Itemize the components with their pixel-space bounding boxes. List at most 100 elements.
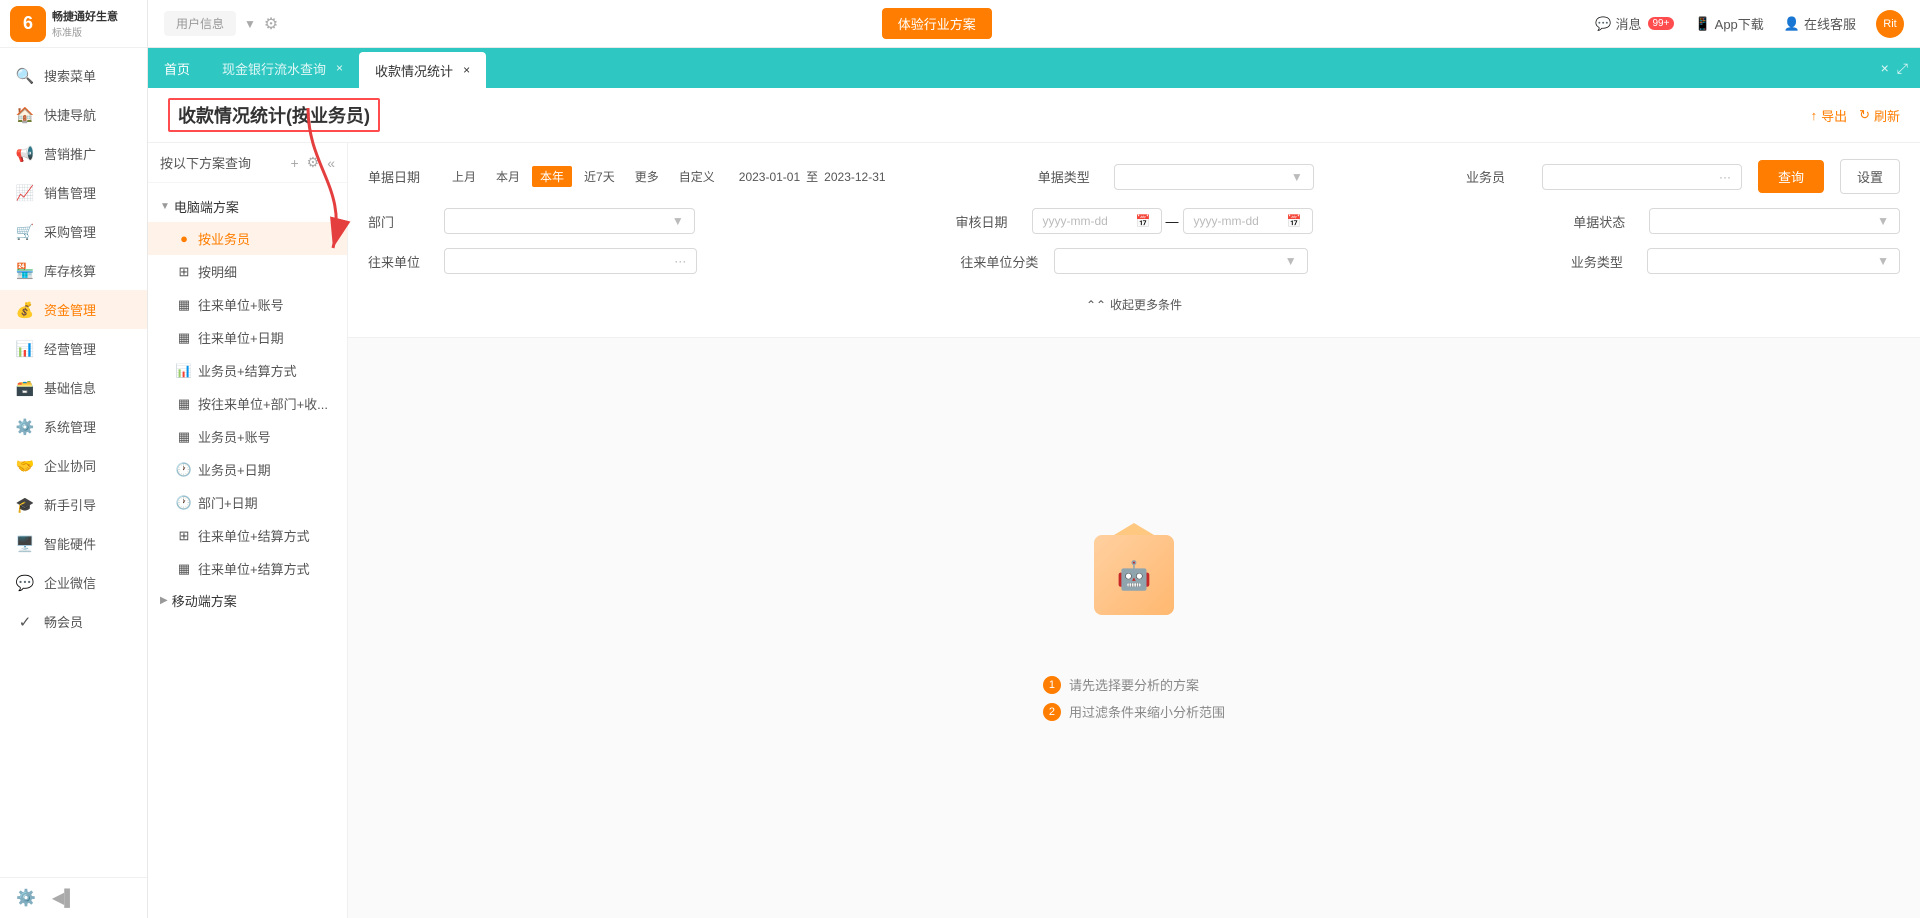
app-download-item[interactable]: 📱 App下载 xyxy=(1694,14,1763,33)
collapse-conditions-btn[interactable]: ⌃⌃ 收起更多条件 xyxy=(368,288,1900,321)
sidebar-item-wechat[interactable]: 💬 企业微信 xyxy=(0,563,147,602)
tree-item-customer-settlement2[interactable]: ▦ 往来单位+结算方式 xyxy=(148,552,347,585)
sidebar: 6 畅捷通好生意 标准版 🔍 搜索菜单 🏠 快捷导航 📢 营销推广 📈 销售管理… xyxy=(0,0,148,918)
tab-bank-flow-close[interactable]: × xyxy=(336,61,343,75)
tree-item-customer-dept[interactable]: ▦ 按往来单位+部门+收... xyxy=(148,387,347,420)
hint-number-1: 1 xyxy=(1043,676,1061,694)
doc-status-select[interactable]: ▼ xyxy=(1649,208,1900,234)
left-panel: 按以下方案查询 + ⚙ « ▼ 电脑端方案 ● 按业务员 ⊞ 按明 xyxy=(148,143,348,918)
service-icon: 👤 xyxy=(1784,16,1800,32)
date-btn-last-month[interactable]: 上月 xyxy=(444,166,484,187)
sidebar-item-marketing[interactable]: 📢 营销推广 xyxy=(0,134,147,173)
customer-select[interactable]: ··· xyxy=(444,248,697,274)
date-to-value: 2023-12-31 xyxy=(824,170,885,184)
date-btn-more[interactable]: 更多 xyxy=(627,166,667,187)
header-settings-icon[interactable]: ⚙ xyxy=(264,14,278,34)
sidebar-item-guide[interactable]: 🎓 新手引导 xyxy=(0,485,147,524)
collapse-panel-icon[interactable]: « xyxy=(327,155,335,171)
refresh-label: 刷新 xyxy=(1874,106,1900,125)
page-title: 收款情况统计(按业务员) xyxy=(168,98,380,132)
tab-bar: 首页 现金银行流水查询 × 收款情况统计 × × ⤢ xyxy=(148,48,1920,88)
salesperson-select[interactable]: ··· xyxy=(1542,164,1742,190)
messages-item[interactable]: 💬 消息 99+ xyxy=(1595,14,1674,33)
review-date-from[interactable]: yyyy-mm-dd 📅 xyxy=(1032,208,1162,234)
date-btn-7days[interactable]: 近7天 xyxy=(576,166,623,187)
logo-badge: 标准版 xyxy=(52,24,118,39)
tree-item-by-salesperson[interactable]: ● 按业务员 xyxy=(148,222,347,255)
collapse-sidebar-icon[interactable]: ◀▌ xyxy=(52,888,76,908)
refresh-icon: ↻ xyxy=(1859,107,1870,123)
sidebar-item-search[interactable]: 🔍 搜索菜单 xyxy=(0,56,147,95)
tab-receipts-close[interactable]: × xyxy=(463,63,470,77)
app-download-icon: 📱 xyxy=(1694,16,1710,32)
online-service-item[interactable]: 👤 在线客服 xyxy=(1784,14,1856,33)
tree-item-salesperson-account[interactable]: ▦ 业务员+账号 xyxy=(148,420,347,453)
tree-item-customer-date[interactable]: ▦ 往来单位+日期 xyxy=(148,321,347,354)
tree-item-salesperson-date-label: 业务员+日期 xyxy=(198,460,271,479)
review-date-label: 审核日期 xyxy=(956,212,1016,231)
tab-expand-icon[interactable]: ⤢ xyxy=(1897,60,1908,77)
sidebar-item-purchase[interactable]: 🛒 采购管理 xyxy=(0,212,147,251)
header-breadcrumb: 用户信息 xyxy=(164,11,236,36)
tree-item-by-salesperson-label: 按业务员 xyxy=(198,229,250,248)
right-panel: 单据日期 上月 本月 本年 近7天 更多 自定义 2023-01-01 至 20… xyxy=(348,143,1920,918)
dept-select[interactable]: ▼ xyxy=(444,208,695,234)
biz-type-select[interactable]: ▼ xyxy=(1647,248,1900,274)
left-panel-actions: + ⚙ « xyxy=(290,154,335,171)
tab-receipts[interactable]: 收款情况统计 × xyxy=(359,52,486,88)
sidebar-item-inventory[interactable]: 🏪 库存核算 xyxy=(0,251,147,290)
doc-type-select[interactable]: ▼ xyxy=(1114,164,1314,190)
settings-bottom-icon[interactable]: ⚙️ xyxy=(16,888,36,908)
hint-number-2: 2 xyxy=(1043,703,1061,721)
sidebar-item-hardware[interactable]: 🖥️ 智能硬件 xyxy=(0,524,147,563)
add-scheme-button[interactable]: + xyxy=(290,155,298,171)
sidebar-item-finance[interactable]: 💰 资金管理 xyxy=(0,290,147,329)
sidebar-item-enterprise[interactable]: 🤝 企业协同 xyxy=(0,446,147,485)
tab-bank-flow[interactable]: 现金银行流水查询 × xyxy=(206,48,359,88)
sidebar-item-member[interactable]: ✓ 畅会员 xyxy=(0,602,147,641)
customer-cat-select[interactable]: ▼ xyxy=(1054,248,1307,274)
tree-item-by-detail[interactable]: ⊞ 按明细 xyxy=(148,255,347,288)
sidebar-item-enterprise-label: 企业协同 xyxy=(44,456,96,475)
filter-row-3: 往来单位 ··· 往来单位分类 ▼ 业务类型 ▼ xyxy=(368,248,1900,274)
tab-bank-flow-label: 现金银行流水查询 xyxy=(222,59,326,78)
tree-item-salesperson-payment[interactable]: 📊 业务员+结算方式 xyxy=(148,354,347,387)
sidebar-item-operations[interactable]: 📊 经营管理 xyxy=(0,329,147,368)
date-btn-this-month[interactable]: 本月 xyxy=(488,166,528,187)
message-icon: 💬 xyxy=(1595,16,1611,32)
customer-account-icon: ▦ xyxy=(176,297,192,313)
tab-close-all-icon[interactable]: × xyxy=(1881,60,1889,76)
sidebar-item-basic[interactable]: 🗃️ 基础信息 xyxy=(0,368,147,407)
tree-item-customer-settlement1[interactable]: ⊞ 往来单位+结算方式 xyxy=(148,519,347,552)
tree-item-by-detail-label: 按明细 xyxy=(198,262,237,281)
scheme-settings-icon[interactable]: ⚙ xyxy=(307,154,320,171)
tree-group-desktop[interactable]: ▼ 电脑端方案 xyxy=(148,191,347,222)
finance-icon: 💰 xyxy=(16,301,34,319)
logo-brand: 畅捷通好生意 xyxy=(52,8,118,24)
sidebar-item-sales[interactable]: 📈 销售管理 xyxy=(0,173,147,212)
review-date-inputs: yyyy-mm-dd 📅 — yyyy-mm-dd 📅 xyxy=(1032,208,1313,234)
trial-button[interactable]: 体验行业方案 xyxy=(882,8,992,39)
tree-item-customer-account[interactable]: ▦ 往来单位+账号 xyxy=(148,288,347,321)
tree-item-dept-date[interactable]: 🕐 部门+日期 xyxy=(148,486,347,519)
review-date-to[interactable]: yyyy-mm-dd 📅 xyxy=(1183,208,1313,234)
filter-section: 单据日期 上月 本月 本年 近7天 更多 自定义 2023-01-01 至 20… xyxy=(348,143,1920,338)
date-btn-custom[interactable]: 自定义 xyxy=(671,166,723,187)
header-dropdown-arrow[interactable]: ▼ xyxy=(244,17,256,31)
header: 用户信息 ▼ ⚙ 体验行业方案 💬 消息 99+ 📱 App下载 👤 在线客服 … xyxy=(148,0,1920,48)
sidebar-item-purchase-label: 采购管理 xyxy=(44,222,96,241)
query-button[interactable]: 查询 xyxy=(1758,160,1824,193)
sidebar-item-hardware-label: 智能硬件 xyxy=(44,534,96,553)
home-icon: 🏠 xyxy=(16,106,34,124)
review-date-from-value: yyyy-mm-dd xyxy=(1043,214,1108,228)
sidebar-item-system[interactable]: ⚙️ 系统管理 xyxy=(0,407,147,446)
sidebar-item-quicknav[interactable]: 🏠 快捷导航 xyxy=(0,95,147,134)
tree-item-salesperson-date[interactable]: 🕐 业务员+日期 xyxy=(148,453,347,486)
refresh-button[interactable]: ↻ 刷新 xyxy=(1859,106,1900,125)
date-btn-this-year[interactable]: 本年 xyxy=(532,166,572,187)
settings-button[interactable]: 设置 xyxy=(1840,159,1900,194)
tree-group-mobile[interactable]: ▶ 移动端方案 xyxy=(148,585,347,616)
export-button[interactable]: ↑ 导出 xyxy=(1811,106,1848,125)
tab-home[interactable]: 首页 xyxy=(148,48,206,88)
user-avatar[interactable]: Rit xyxy=(1876,10,1904,38)
